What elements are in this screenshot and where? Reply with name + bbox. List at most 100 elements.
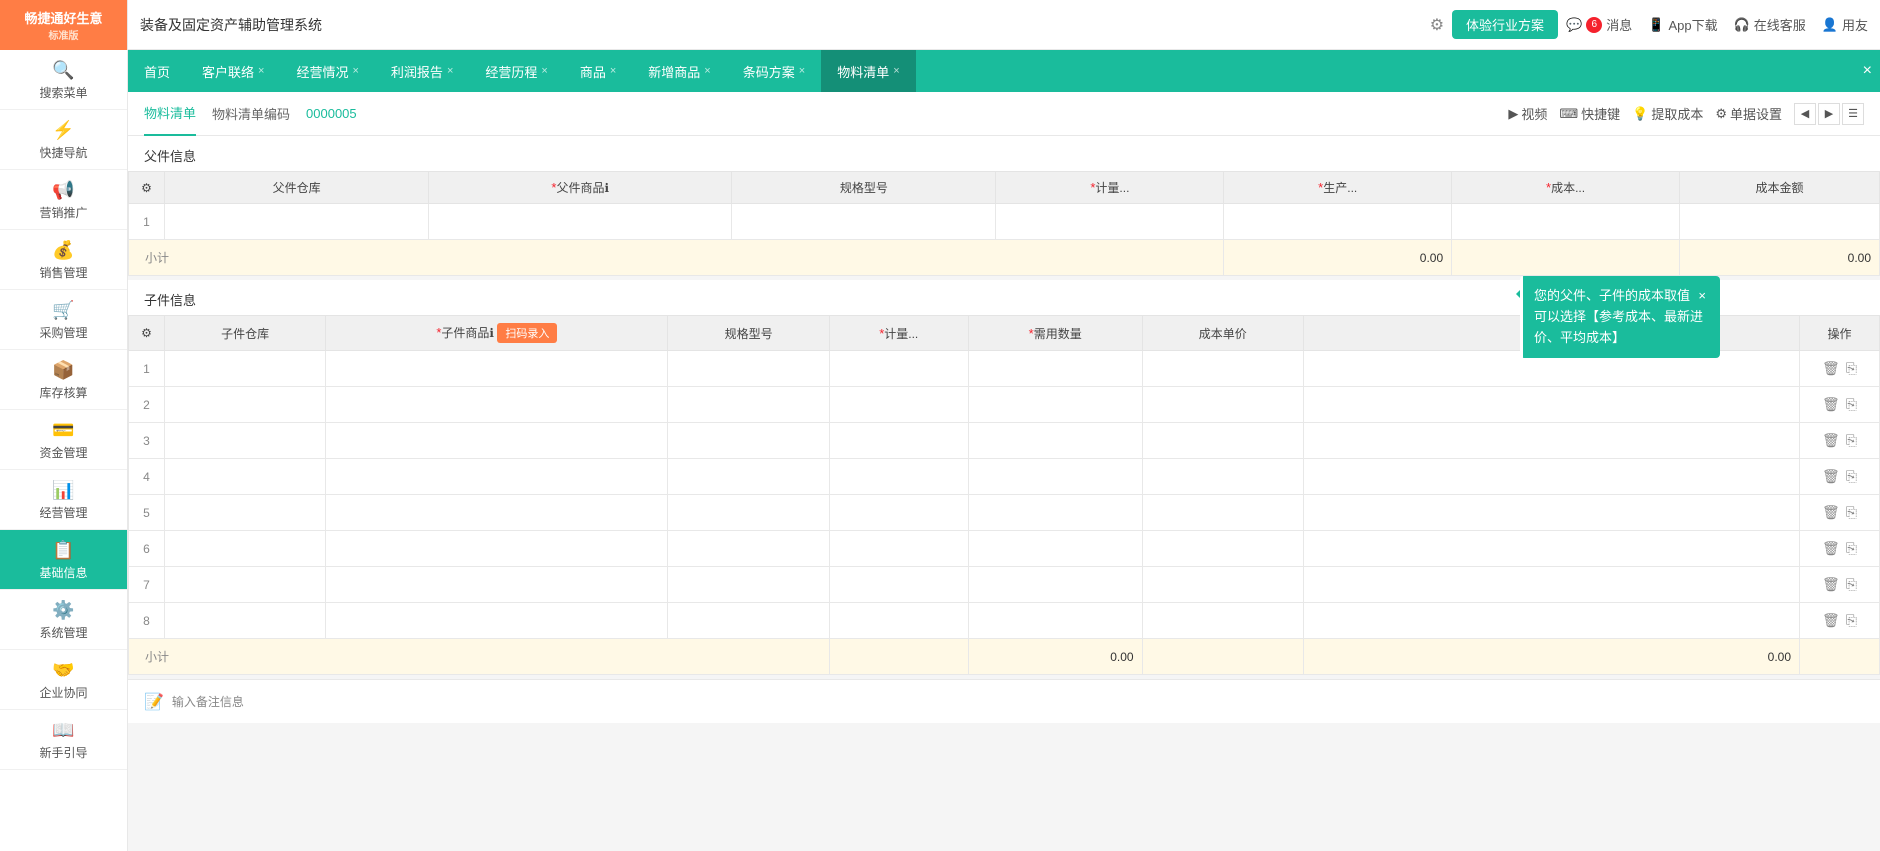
delete-icon-1[interactable]: 🗑 (1822, 360, 1840, 377)
child-qty-6[interactable] (968, 531, 1142, 567)
child-goods-2[interactable] (326, 387, 668, 423)
parent-goods-cell[interactable] (429, 204, 732, 240)
online-service-item[interactable]: 🎧 在线客服 (1734, 15, 1806, 34)
delete-icon-3[interactable]: 🗑 (1822, 432, 1840, 449)
delete-icon-4[interactable]: 🗑 (1822, 468, 1840, 485)
tab-history[interactable]: 经营历程 × (469, 50, 563, 92)
menu-arrow[interactable]: ☰ (1842, 103, 1864, 125)
tab-barcode-close[interactable]: × (799, 65, 805, 77)
tab-goods[interactable]: 商品 × (564, 50, 632, 92)
child-amount-8[interactable] (1303, 603, 1799, 639)
tab-new-goods-close[interactable]: × (704, 65, 710, 77)
trial-button[interactable]: 体验行业方案 (1452, 10, 1558, 39)
child-warehouse-6[interactable] (165, 531, 326, 567)
view-btn[interactable]: ▶ 视频 (1508, 104, 1547, 123)
next-arrow[interactable]: ▶ (1818, 103, 1840, 125)
copy-icon-6[interactable]: ⎘ (1846, 540, 1857, 557)
sidebar-item-marketing[interactable]: 📢 营销推广 (0, 170, 127, 230)
child-unit-6[interactable] (829, 531, 968, 567)
child-unit-cost-1[interactable] (1142, 351, 1303, 387)
child-spec-4[interactable] (668, 459, 829, 495)
sidebar-item-finance[interactable]: 💳 资金管理 (0, 410, 127, 470)
child-warehouse-1[interactable] (165, 351, 326, 387)
child-amount-3[interactable] (1303, 423, 1799, 459)
child-goods-8[interactable] (326, 603, 668, 639)
child-qty-8[interactable] (968, 603, 1142, 639)
tab-operations[interactable]: 经营情况 × (280, 50, 374, 92)
child-amount-6[interactable] (1303, 531, 1799, 567)
child-warehouse-7[interactable] (165, 567, 326, 603)
child-spec-3[interactable] (668, 423, 829, 459)
single-settings-btn[interactable]: ⚙ 单据设置 (1715, 104, 1782, 123)
child-spec-8[interactable] (668, 603, 829, 639)
tab-customer-close[interactable]: × (258, 65, 264, 77)
th-gear-child[interactable]: ⚙ (129, 316, 165, 351)
sidebar-item-quick-nav[interactable]: ⚡ 快捷导航 (0, 110, 127, 170)
child-goods-4[interactable] (326, 459, 668, 495)
child-goods-7[interactable] (326, 567, 668, 603)
message-item[interactable]: 💬 6 消息 (1566, 15, 1632, 34)
child-unit-1[interactable] (829, 351, 968, 387)
child-spec-6[interactable] (668, 531, 829, 567)
sidebar-item-inventory[interactable]: 📦 库存核算 (0, 350, 127, 410)
extract-cost-btn[interactable]: 💡 提取成本 (1632, 104, 1703, 123)
delete-icon-7[interactable]: 🗑 (1822, 576, 1840, 593)
prev-arrow[interactable]: ◀ (1794, 103, 1816, 125)
app-download-item[interactable]: 📱 App下载 (1648, 15, 1717, 34)
sidebar-item-basic-info[interactable]: 📋 基础信息 (0, 530, 127, 590)
sidebar-item-guide[interactable]: 📖 新手引导 (0, 710, 127, 770)
parent-cost-amount-cell[interactable] (1680, 204, 1880, 240)
nav-tab-close-all[interactable]: × (1863, 62, 1872, 80)
child-warehouse-2[interactable] (165, 387, 326, 423)
child-warehouse-4[interactable] (165, 459, 326, 495)
child-qty-5[interactable] (968, 495, 1142, 531)
child-unit-7[interactable] (829, 567, 968, 603)
child-spec-5[interactable] (668, 495, 829, 531)
copy-icon-2[interactable]: ⎘ (1846, 396, 1857, 413)
child-amount-5[interactable] (1303, 495, 1799, 531)
child-unit-cost-4[interactable] (1142, 459, 1303, 495)
child-qty-3[interactable] (968, 423, 1142, 459)
child-qty-4[interactable] (968, 459, 1142, 495)
child-goods-3[interactable] (326, 423, 668, 459)
tab-operations-close[interactable]: × (352, 65, 358, 77)
child-unit-cost-6[interactable] (1142, 531, 1303, 567)
child-unit-4[interactable] (829, 459, 968, 495)
tab-customer[interactable]: 客户联络 × (186, 50, 280, 92)
child-unit-cost-2[interactable] (1142, 387, 1303, 423)
scan-btn[interactable]: 扫码录入 (497, 323, 557, 343)
sidebar-item-enterprise[interactable]: 🤝 企业协同 (0, 650, 127, 710)
copy-icon-8[interactable]: ⎘ (1846, 612, 1857, 629)
child-unit-3[interactable] (829, 423, 968, 459)
child-qty-2[interactable] (968, 387, 1142, 423)
child-unit-cost-5[interactable] (1142, 495, 1303, 531)
sidebar-item-system[interactable]: ⚙️ 系统管理 (0, 590, 127, 650)
delete-icon-2[interactable]: 🗑 (1822, 396, 1840, 413)
sidebar-item-sales[interactable]: 💰 销售管理 (0, 230, 127, 290)
tab-home[interactable]: 首页 (128, 50, 186, 92)
child-qty-1[interactable] (968, 351, 1142, 387)
child-spec-2[interactable] (668, 387, 829, 423)
shortcut-btn[interactable]: ⌨ 快捷键 (1559, 104, 1620, 123)
child-warehouse-3[interactable] (165, 423, 326, 459)
sidebar-item-search[interactable]: 🔍 搜索菜单 (0, 50, 127, 110)
tooltip-close-btn[interactable]: × (1698, 286, 1706, 307)
child-warehouse-8[interactable] (165, 603, 326, 639)
parent-spec-cell[interactable] (732, 204, 996, 240)
tab-profit-close[interactable]: × (447, 65, 453, 77)
delete-icon-8[interactable]: 🗑 (1822, 612, 1840, 629)
child-amount-7[interactable] (1303, 567, 1799, 603)
tab-new-goods[interactable]: 新增商品 × (632, 50, 726, 92)
child-amount-2[interactable] (1303, 387, 1799, 423)
copy-icon-7[interactable]: ⎘ (1846, 576, 1857, 593)
copy-icon-5[interactable]: ⎘ (1846, 504, 1857, 521)
child-goods-5[interactable] (326, 495, 668, 531)
tab-history-close[interactable]: × (541, 65, 547, 77)
copy-icon-1[interactable]: ⎘ (1846, 360, 1857, 377)
delete-icon-6[interactable]: 🗑 (1822, 540, 1840, 557)
child-spec-7[interactable] (668, 567, 829, 603)
child-unit-cost-3[interactable] (1142, 423, 1303, 459)
tab-bom[interactable]: 物料清单 × (821, 50, 915, 92)
th-gear-parent[interactable]: ⚙ (129, 172, 165, 204)
child-unit-cost-8[interactable] (1142, 603, 1303, 639)
